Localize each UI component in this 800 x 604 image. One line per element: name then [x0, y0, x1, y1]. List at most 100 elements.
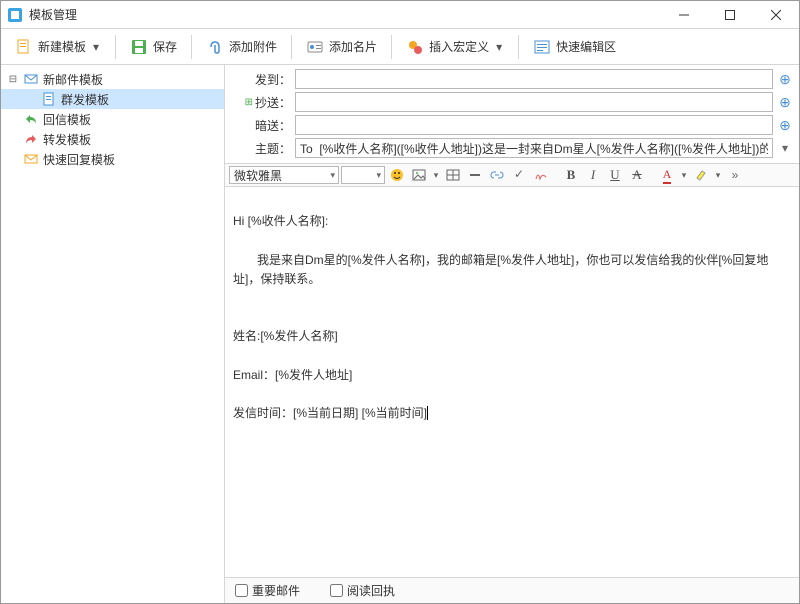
link-button[interactable] — [487, 165, 507, 185]
subject-input[interactable] — [295, 138, 773, 158]
signature-button[interactable] — [531, 165, 551, 185]
cc-label: ⊞抄送： — [231, 94, 291, 111]
receipt-checkbox[interactable]: 阅读回执 — [330, 582, 395, 599]
image-dd[interactable]: ▾ — [431, 165, 441, 185]
cc-add-button[interactable]: ⊕ — [777, 94, 793, 110]
to-add-button[interactable]: ⊕ — [777, 71, 793, 87]
separator — [391, 35, 392, 59]
chevron-down-icon: ▾ — [494, 42, 504, 52]
strike-button[interactable]: A — [627, 165, 647, 185]
tree-label: 转发模板 — [43, 131, 91, 148]
quick-reply-icon — [23, 151, 39, 167]
app-logo-icon — [7, 7, 23, 23]
plus-box-icon[interactable]: ⊞ — [245, 97, 253, 108]
new-template-button[interactable]: 新建模板 ▾ — [7, 34, 109, 60]
expand-icon[interactable]: ⊟ — [7, 74, 19, 85]
tree-node-mass-send[interactable]: 群发模板 — [1, 89, 224, 109]
to-input[interactable] — [295, 69, 773, 89]
to-label: 发到： — [231, 71, 291, 88]
titlebar: 模板管理 — [1, 1, 799, 29]
emoji-button[interactable] — [387, 165, 407, 185]
body-line: 我是来自Dm星的[%发件人名称]，我的邮箱是[%发件人地址]，你也可以发信给我的… — [233, 251, 791, 289]
font-color-button[interactable]: A — [657, 165, 677, 185]
tree-node-quick-reply[interactable]: 快速回复模板 — [1, 149, 224, 169]
tree-node-forward[interactable]: 转发模板 — [1, 129, 224, 149]
tree-node-reply[interactable]: 回信模板 — [1, 109, 224, 129]
header-fields: 发到： ⊕ ⊞抄送： ⊕ 暗送： ⊕ 主题： ▾ — [225, 65, 799, 163]
body-line: 发信时间：[%当前日期] [%当前时间] — [233, 404, 791, 423]
cc-input[interactable] — [295, 92, 773, 112]
subject-row: 主题： ▾ — [231, 138, 793, 158]
bcc-add-button[interactable]: ⊕ — [777, 117, 793, 133]
cc-row: ⊞抄送： ⊕ — [231, 92, 793, 112]
underline-button[interactable]: U — [605, 165, 625, 185]
separator — [553, 165, 559, 185]
hr-button[interactable] — [465, 165, 485, 185]
body-line: 姓名:[%发件人名称] — [233, 327, 791, 346]
image-button[interactable] — [409, 165, 429, 185]
highlight-dd[interactable]: ▾ — [713, 165, 723, 185]
quick-edit-label: 快速编辑区 — [556, 38, 616, 55]
template-icon — [41, 91, 57, 107]
highlight-button[interactable] — [691, 165, 711, 185]
minimize-button[interactable] — [661, 1, 707, 29]
to-row: 发到： ⊕ — [231, 69, 793, 89]
insert-macro-button[interactable]: 插入宏定义 ▾ — [398, 34, 512, 60]
new-template-label: 新建模板 — [38, 38, 86, 55]
quick-edit-icon — [533, 38, 551, 56]
maximize-button[interactable] — [707, 1, 753, 29]
important-checkbox[interactable]: 重要邮件 — [235, 582, 300, 599]
chevron-down-icon: ▾ — [91, 42, 101, 52]
main-area: ⊟ 新邮件模板 群发模板 回信模板 转发模板 快速回复模板 发到 — [1, 65, 799, 603]
window-buttons — [661, 1, 799, 29]
more-format-button[interactable]: » — [725, 165, 745, 185]
bold-button[interactable]: B — [561, 165, 581, 185]
tree-label: 群发模板 — [61, 91, 109, 108]
window-title: 模板管理 — [29, 6, 661, 23]
attachment-icon — [206, 38, 224, 56]
footer-bar: 重要邮件 阅读回执 — [225, 577, 799, 603]
new-icon — [15, 38, 33, 56]
tree-node-new-mail[interactable]: ⊟ 新邮件模板 — [1, 69, 224, 89]
body-line: Hi [%收件人名称]: — [233, 212, 791, 231]
font-family-select[interactable]: 微软雅黑 — [229, 166, 339, 184]
forward-icon — [23, 131, 39, 147]
card-icon — [306, 38, 324, 56]
text-cursor — [427, 406, 428, 420]
svg-text:✓: ✓ — [514, 168, 524, 181]
save-label: 保存 — [153, 38, 177, 55]
body-editor[interactable]: Hi [%收件人名称]: 我是来自Dm星的[%发件人名称]，我的邮箱是[%发件人… — [225, 187, 799, 577]
format-toolbar: 微软雅黑 ▾ ✓ B I U A A ▾ ▾ » — [225, 163, 799, 187]
font-size-select[interactable] — [341, 166, 385, 184]
reply-icon — [23, 111, 39, 127]
separator — [518, 35, 519, 59]
quick-edit-button[interactable]: 快速编辑区 — [525, 34, 624, 60]
add-attachment-button[interactable]: 添加附件 — [198, 34, 285, 60]
spellcheck-button[interactable]: ✓ — [509, 165, 529, 185]
subject-dropdown[interactable]: ▾ — [777, 140, 793, 156]
macro-icon — [406, 38, 424, 56]
font-color-dd[interactable]: ▾ — [679, 165, 689, 185]
save-button[interactable]: 保存 — [122, 34, 185, 60]
table-button[interactable] — [443, 165, 463, 185]
separator — [649, 165, 655, 185]
add-card-button[interactable]: 添加名片 — [298, 34, 385, 60]
bcc-label: 暗送： — [231, 117, 291, 134]
tree-label: 新邮件模板 — [43, 71, 103, 88]
italic-button[interactable]: I — [583, 165, 603, 185]
mail-icon — [23, 71, 39, 87]
close-button[interactable] — [753, 1, 799, 29]
add-card-label: 添加名片 — [329, 38, 377, 55]
insert-macro-label: 插入宏定义 — [429, 38, 489, 55]
editor-pane: 发到： ⊕ ⊞抄送： ⊕ 暗送： ⊕ 主题： ▾ 微软雅黑 — [225, 65, 799, 603]
separator — [191, 35, 192, 59]
bcc-row: 暗送： ⊕ — [231, 115, 793, 135]
tree-label: 快速回复模板 — [43, 151, 115, 168]
add-attachment-label: 添加附件 — [229, 38, 277, 55]
bcc-input[interactable] — [295, 115, 773, 135]
body-line: Email：[%发件人地址] — [233, 366, 791, 385]
save-icon — [130, 38, 148, 56]
sidebar-tree: ⊟ 新邮件模板 群发模板 回信模板 转发模板 快速回复模板 — [1, 65, 225, 603]
tree-label: 回信模板 — [43, 111, 91, 128]
toolbar: 新建模板 ▾ 保存 添加附件 添加名片 插入宏定义 ▾ 快速编辑区 — [1, 29, 799, 65]
